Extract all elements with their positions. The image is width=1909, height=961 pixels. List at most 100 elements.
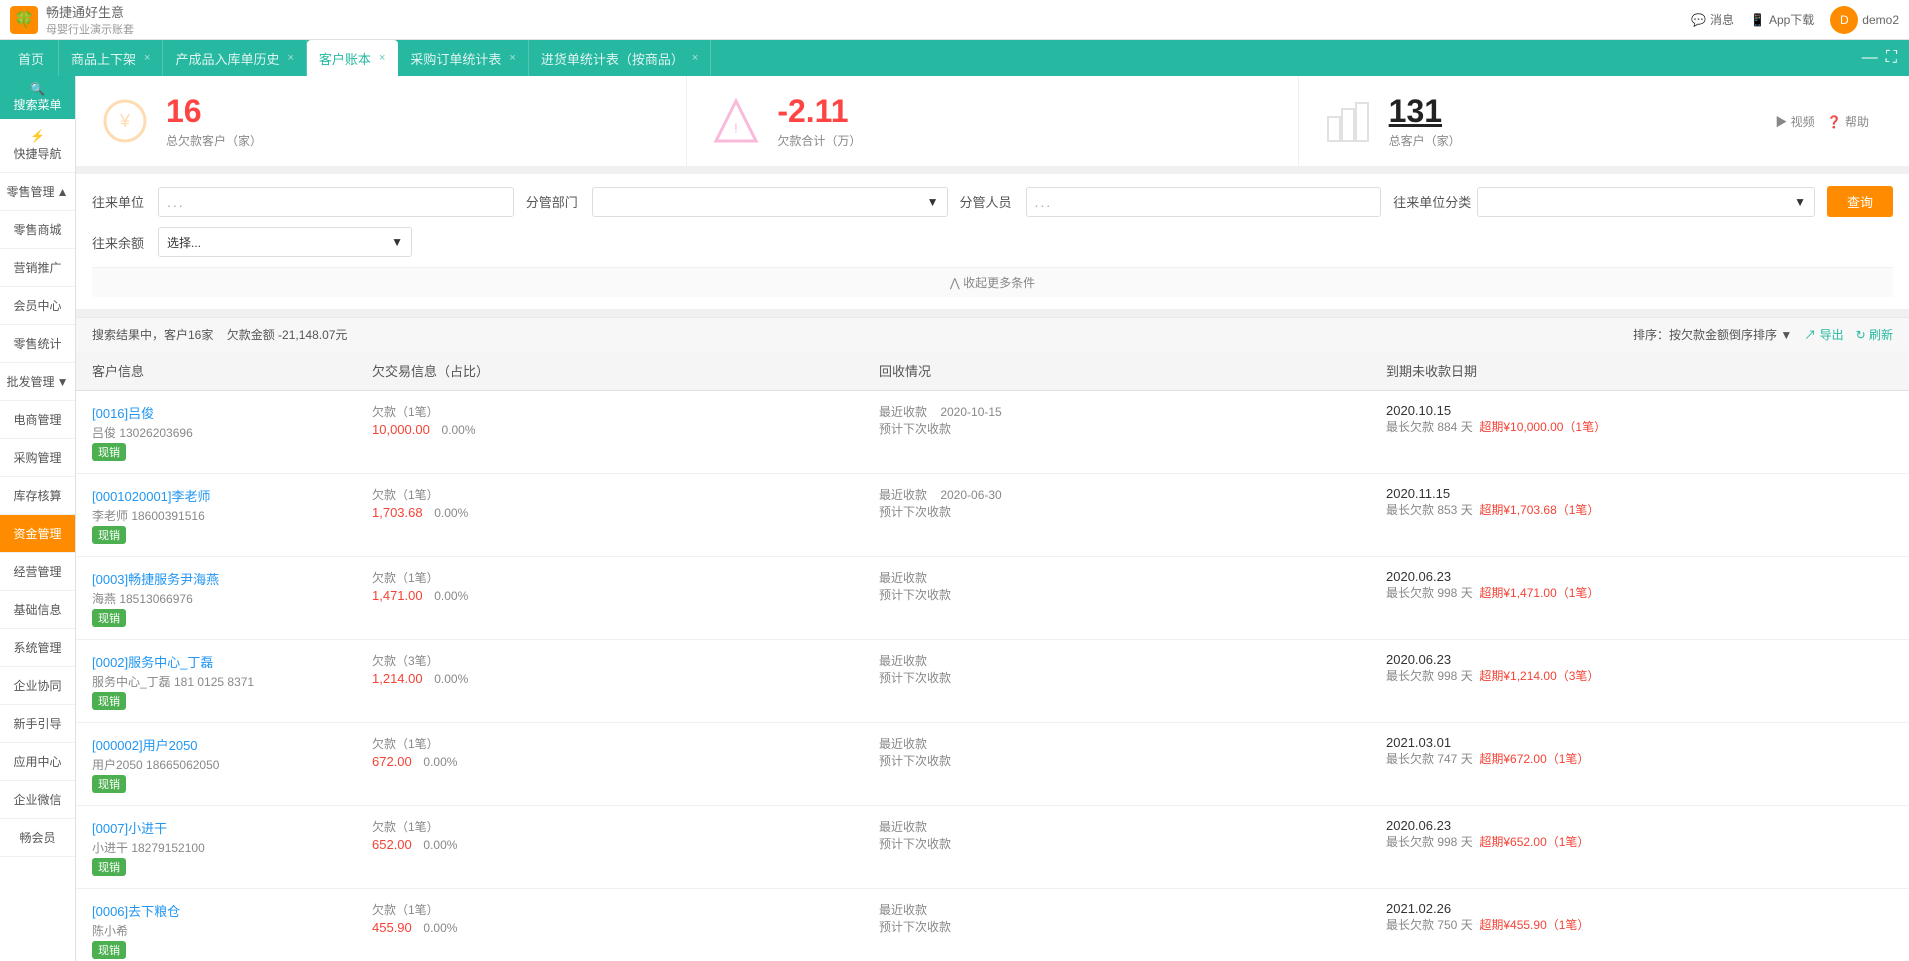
debt-pct: 0.00%	[434, 672, 468, 686]
sidebar-item-quick-nav[interactable]: ⚡ 快捷导航	[0, 119, 75, 173]
customer-name-link[interactable]: [0001020001]李老师	[92, 489, 211, 504]
dept-select[interactable]: ▼	[592, 187, 948, 217]
filter-collapse[interactable]: ⋀ 收起更多条件	[92, 267, 1893, 297]
maximize-icon[interactable]: ⛶	[1886, 49, 1897, 67]
customer-tag: 现销	[92, 692, 126, 710]
customer-tag: 现销	[92, 941, 126, 959]
sidebar-item-retail-mall[interactable]: 零售商城	[0, 211, 75, 249]
sidebar-item-app-center[interactable]: 应用中心	[0, 743, 75, 781]
sidebar-item-retail-stats[interactable]: 零售统计	[0, 325, 75, 363]
stats-bar: ¥ 16 总欠款客户（家） ! -2.11 欠款合计（万）	[76, 76, 1909, 166]
tab-purchase-stats[interactable]: 采购订单统计表 ×	[398, 40, 528, 76]
tab-product-shelf[interactable]: 商品上下架 ×	[59, 40, 163, 76]
customer-name-link[interactable]: [0003]畅捷服务尹海燕	[92, 572, 219, 587]
tab-stock-stats[interactable]: 进货单统计表（按商品） ×	[529, 40, 711, 76]
sidebar-item-operation[interactable]: 经营管理	[0, 553, 75, 591]
user-menu[interactable]: D demo2	[1830, 6, 1899, 34]
sidebar-item-basic-info[interactable]: 基础信息	[0, 591, 75, 629]
filter-person: 分管人员 ...	[960, 187, 1382, 217]
debt-amount: 1,214.00	[372, 671, 423, 686]
recover-cell: 最近收款 预计下次收款	[879, 735, 1386, 769]
sidebar-item-guide[interactable]: 新手引导	[0, 705, 75, 743]
table-row: [0007]小进干 小进干 18279152100 现销 欠款（1笔） 652.…	[76, 806, 1909, 889]
close-icon[interactable]: ×	[509, 52, 515, 64]
balance-select[interactable]: 选择... ▼	[158, 227, 412, 257]
results-bar: 搜索结果中，客户16家 欠款金额 -21,148.07元 排序：按欠款金额倒序排…	[76, 317, 1909, 351]
sidebar-item-system[interactable]: 系统管理	[0, 629, 75, 667]
recover-cell: 最近收款 2020-06-30 预计下次收款	[879, 486, 1386, 520]
sidebar-item-retail-mgmt[interactable]: 零售管理 ▲	[0, 173, 75, 211]
filter-balance: 往来余额 选择... ▼	[92, 227, 412, 257]
sidebar-item-inventory[interactable]: 库存核算	[0, 477, 75, 515]
sort-label[interactable]: 排序：按欠款金额倒序排序 ▼	[1633, 326, 1792, 343]
customer-name-link[interactable]: [0016]吕俊	[92, 406, 154, 421]
customer-name-link[interactable]: [0006]去下粮仓	[92, 904, 180, 919]
tab-home[interactable]: 首页	[4, 40, 59, 76]
person-input[interactable]: ...	[1026, 187, 1382, 217]
chevron-down-icon: ▼	[57, 375, 69, 389]
sidebar-item-wholesale[interactable]: 批发管理 ▼	[0, 363, 75, 401]
unit-classify-select[interactable]: ▼	[1477, 187, 1815, 217]
debt-cell: 欠款（1笔） 1,471.00 0.00%	[372, 569, 879, 603]
wholesale-label: 批发管理	[7, 373, 55, 390]
tab-customer-ledger[interactable]: 客户账本 ×	[307, 40, 398, 76]
tab-product-shelf-label: 商品上下架	[71, 49, 136, 68]
balance-placeholder: 选择...	[167, 234, 201, 251]
col-recover: 回收情况	[879, 361, 1386, 380]
minimize-icon[interactable]: —	[1862, 49, 1878, 67]
message-label: 消息	[1710, 11, 1734, 28]
nav-tabs: 首页 商品上下架 × 产成品入库单历史 × 客户账本 × 采购订单统计表 × 进…	[0, 40, 1909, 76]
customer-name-link[interactable]: [0007]小进干	[92, 821, 167, 836]
inventory-label: 库存核算	[13, 487, 61, 504]
debt-amount: 455.90	[372, 920, 412, 935]
export-button[interactable]: ↗ 导出	[1804, 326, 1843, 343]
recover-cell: 最近收款 预计下次收款	[879, 818, 1386, 852]
recover-cell: 最近收款 预计下次收款	[879, 901, 1386, 935]
close-icon[interactable]: ×	[692, 52, 698, 64]
refresh-button[interactable]: ↻ 刷新	[1856, 326, 1893, 343]
table-row: [0002]服务中心_丁磊 服务中心_丁磊 181 0125 8371 现销 欠…	[76, 640, 1909, 723]
wechat-label: 企业微信	[13, 791, 61, 808]
sidebar-item-member[interactable]: 会员中心	[0, 287, 75, 325]
debt-pct: 0.00%	[423, 838, 457, 852]
quick-nav-label: 快捷导航	[13, 145, 61, 162]
quick-nav-icon: ⚡	[30, 129, 45, 143]
due-date-cell: 2020.06.23 最长欠款 998 天 超期¥652.00（1笔）	[1386, 818, 1893, 850]
tab-stock-history[interactable]: 产成品入库单历史 ×	[163, 40, 306, 76]
tab-stock-stats-label: 进货单统计表（按商品）	[541, 49, 684, 68]
username-label: demo2	[1862, 13, 1899, 27]
member-label: 会员中心	[13, 297, 61, 314]
stat-total-customers: 131 总客户（家） ▶ 视频 ❓ 帮助	[1299, 76, 1909, 166]
from-unit-input[interactable]: ...	[158, 187, 514, 217]
close-icon[interactable]: ×	[379, 52, 385, 64]
query-button[interactable]: 查询	[1827, 186, 1893, 217]
recover-cell: 最近收款 预计下次收款	[879, 652, 1386, 686]
sidebar-item-finance[interactable]: 资金管理	[0, 515, 75, 553]
sidebar-item-enterprise[interactable]: 企业协同	[0, 667, 75, 705]
app-center-label: 应用中心	[13, 753, 61, 770]
tabs-window-controls: — ⛶	[1862, 49, 1905, 67]
debt-cell: 欠款（1笔） 652.00 0.00%	[372, 818, 879, 852]
filter-section: 往来单位 ... 分管部门 ▼ 分管人员 ...	[76, 174, 1909, 309]
debt-cell: 欠款（1笔） 672.00 0.00%	[372, 735, 879, 769]
close-icon[interactable]: ×	[144, 52, 150, 64]
help-button[interactable]: ❓ 帮助	[1827, 113, 1869, 130]
close-icon[interactable]: ×	[287, 52, 293, 64]
app-download-button[interactable]: 📱 App下载	[1750, 11, 1814, 28]
sidebar-item-purchase[interactable]: 采购管理	[0, 439, 75, 477]
sidebar-item-wechat[interactable]: 企业微信	[0, 781, 75, 819]
customer-name-link[interactable]: [000002]用户2050	[92, 738, 198, 753]
customer-cell: [0003]畅捷服务尹海燕 海燕 18513066976 现销	[92, 569, 372, 627]
debt-cell: 欠款（1笔） 1,703.68 0.00%	[372, 486, 879, 520]
sidebar-item-member-vip[interactable]: 畅会员	[0, 819, 75, 857]
results-summary: 搜索结果中，客户16家	[92, 328, 213, 342]
table-header: 客户信息 欠交易信息（占比） 回收情况 到期未收款日期	[76, 351, 1909, 391]
sidebar-item-ecommerce[interactable]: 电商管理	[0, 401, 75, 439]
view-button[interactable]: ▶ 视频	[1775, 113, 1814, 130]
debt-pct: 0.00%	[441, 423, 475, 437]
customer-name-link[interactable]: [0002]服务中心_丁磊	[92, 655, 213, 670]
sidebar-search[interactable]: 🔍 搜索菜单	[0, 76, 75, 119]
sidebar-item-marketing[interactable]: 营销推广	[0, 249, 75, 287]
message-button[interactable]: 💬 消息	[1691, 11, 1734, 28]
customer-tag: 现销	[92, 443, 126, 461]
